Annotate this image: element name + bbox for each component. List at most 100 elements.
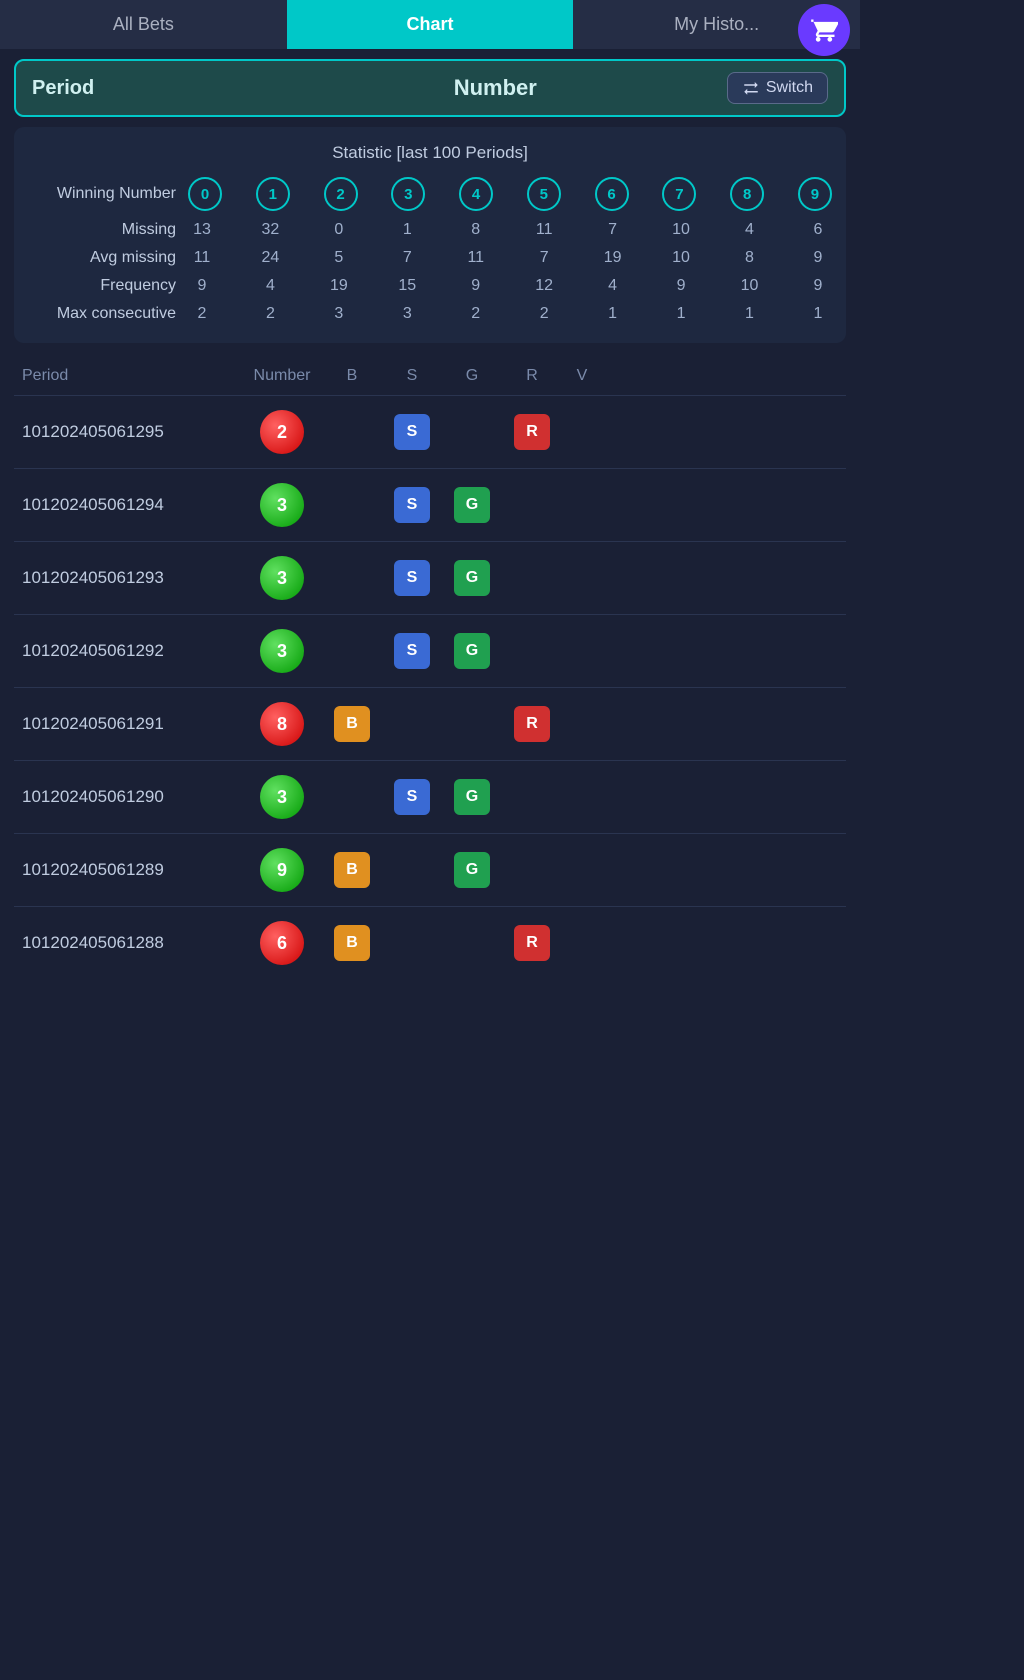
number-label: Number [264,75,727,101]
table-row: 101202405061288 6 B R [14,906,846,979]
frequency-values: 9 4 19 15 9 12 4 9 10 9 [188,277,832,295]
row-number: 9 [242,848,322,892]
col-header-s: S [382,367,442,385]
avg-missing-val-7: 10 [667,249,695,267]
table-row: 101202405061290 3 S G [14,760,846,833]
avg-missing-val-4: 11 [462,249,490,267]
badge-s-cell: S [382,633,442,669]
row-number: 3 [242,556,322,600]
statistic-section: Statistic [last 100 Periods] Winning Num… [14,127,846,343]
number-ball: 2 [260,410,304,454]
badge-s: S [394,414,430,450]
badge-g: G [454,487,490,523]
table-row: 101202405061295 2 S R [14,395,846,468]
frequency-row: Frequency 9 4 19 15 9 12 4 9 10 9 [28,277,832,295]
row-period: 101202405061291 [22,714,242,734]
badge-s: S [394,560,430,596]
badge-r-cell: R [502,414,562,450]
winning-number-label: Winning Number [28,185,188,203]
tab-all-bets[interactable]: All Bets [0,0,287,49]
avg-missing-val-0: 11 [188,249,216,267]
winning-ball-2: 2 [324,177,358,211]
switch-label: Switch [766,79,813,97]
badge-s-cell: S [382,560,442,596]
avg-missing-label: Avg missing [28,249,188,267]
badge-g-cell: G [442,560,502,596]
badge-g: G [454,852,490,888]
badge-s-cell: S [382,779,442,815]
col-header-b: B [322,367,382,385]
col-header-number: Number [242,367,322,385]
badge-b-cell: B [322,925,382,961]
missing-val-1: 32 [256,221,284,239]
switch-icon [742,79,760,97]
number-ball: 6 [260,921,304,965]
tab-chart[interactable]: Chart [287,0,574,49]
avg-missing-val-1: 24 [256,249,284,267]
winning-ball-0: 0 [188,177,222,211]
row-period: 101202405061290 [22,787,242,807]
badge-g: G [454,560,490,596]
badge-r: R [514,925,550,961]
badge-g: G [454,633,490,669]
avg-missing-row: Avg missing 11 24 5 7 11 7 19 10 8 9 [28,249,832,267]
winning-number-values: 0 1 2 3 4 5 6 7 8 9 [188,177,832,211]
table-row: 101202405061293 3 S G [14,541,846,614]
winning-ball-5: 5 [527,177,561,211]
freq-val-4: 9 [462,277,490,295]
missing-row: Missing 13 32 0 1 8 11 7 10 4 6 [28,221,832,239]
max-consec-val-4: 2 [462,305,490,323]
missing-val-6: 7 [599,221,627,239]
row-period: 101202405061293 [22,568,242,588]
badge-g: G [454,779,490,815]
row-number: 3 [242,775,322,819]
cart-button[interactable] [798,4,850,56]
badge-s: S [394,487,430,523]
row-number: 2 [242,410,322,454]
avg-missing-val-9: 9 [804,249,832,267]
badge-b: B [334,706,370,742]
col-header-v: V [562,367,602,385]
switch-button[interactable]: Switch [727,72,828,104]
winning-ball-3: 3 [391,177,425,211]
missing-val-9: 6 [804,221,832,239]
avg-missing-val-6: 19 [599,249,627,267]
row-period: 101202405061288 [22,933,242,953]
badge-g-cell: G [442,779,502,815]
freq-val-6: 4 [599,277,627,295]
number-ball: 3 [260,483,304,527]
row-number: 3 [242,629,322,673]
number-ball: 8 [260,702,304,746]
badge-r-cell: R [502,925,562,961]
row-period: 101202405061294 [22,495,242,515]
badge-s-cell: S [382,487,442,523]
stat-title: Statistic [last 100 Periods] [28,143,832,163]
avg-missing-values: 11 24 5 7 11 7 19 10 8 9 [188,249,832,267]
row-period: 101202405061295 [22,422,242,442]
missing-val-3: 1 [393,221,421,239]
badge-r: R [514,706,550,742]
col-header-g: G [442,367,502,385]
badge-s: S [394,633,430,669]
freq-val-1: 4 [256,277,284,295]
col-header-period: Period [22,367,242,385]
max-consec-val-8: 1 [736,305,764,323]
winning-ball-6: 6 [595,177,629,211]
badge-b-cell: B [322,706,382,742]
winning-ball-7: 7 [662,177,696,211]
freq-val-0: 9 [188,277,216,295]
avg-missing-val-8: 8 [736,249,764,267]
freq-val-8: 10 [736,277,764,295]
max-consecutive-values: 2 2 3 3 2 2 1 1 1 1 [188,305,832,323]
missing-val-2: 0 [325,221,353,239]
missing-val-7: 10 [667,221,695,239]
avg-missing-val-5: 7 [530,249,558,267]
max-consec-val-0: 2 [188,305,216,323]
max-consec-val-7: 1 [667,305,695,323]
missing-val-4: 8 [462,221,490,239]
row-number: 3 [242,483,322,527]
missing-values: 13 32 0 1 8 11 7 10 4 6 [188,221,832,239]
winning-ball-4: 4 [459,177,493,211]
badge-g-cell: G [442,852,502,888]
table-row: 101202405061294 3 S G [14,468,846,541]
